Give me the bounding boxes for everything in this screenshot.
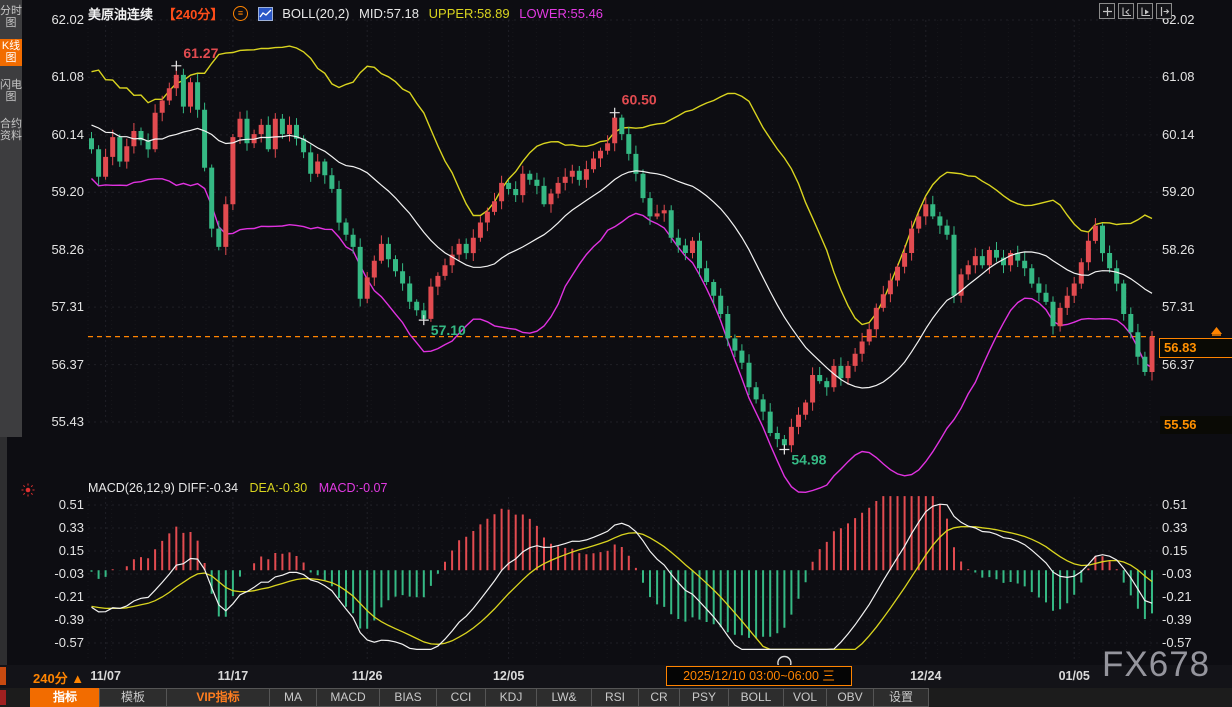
edge-marker-top [0, 667, 6, 685]
toolbar-button-BIAS[interactable]: BIAS [379, 688, 436, 707]
toolbar-button-模板[interactable]: 模板 [99, 688, 166, 707]
date-axis-row: 240分 ▲ 11/0711/1711/2612/0512/2401/05 20… [0, 665, 1232, 688]
svg-text:61.27: 61.27 [183, 45, 218, 61]
boll-mid-value: MID:57.18 [359, 6, 419, 21]
date-tick: 11/07 [71, 669, 141, 683]
toolbar-button-KDJ[interactable]: KDJ [485, 688, 536, 707]
edge-marker-bottom [0, 690, 6, 705]
chart-header: 美原油连续 【240分】 ≡ BOLL(20,2) MID:57.18 UPPE… [88, 4, 609, 20]
indicator-toolbar: 指标模板VIP指标MAMACDBIASCCIKDJLW&RSICRPSYBOLL… [30, 688, 929, 707]
toolbar-button-MACD[interactable]: MACD [316, 688, 379, 707]
lower-band-badge: 55.56 [1160, 416, 1232, 434]
date-tick: 11/26 [332, 669, 402, 683]
sidebar-item-2[interactable]: 闪电图 [0, 78, 22, 105]
toolbar-button-OBV[interactable]: OBV [826, 688, 873, 707]
macd-tick-right: -0.39 [1162, 612, 1226, 627]
macd-tick-right: -0.03 [1162, 566, 1226, 581]
boll-upper-value: UPPER:58.89 [429, 6, 510, 21]
period-label[interactable]: 【240分】 [163, 7, 224, 22]
zoom-x-in-icon[interactable] [1137, 3, 1153, 19]
macd-tick-left: 0.33 [28, 520, 84, 535]
toolbar-button-CR[interactable]: CR [638, 688, 679, 707]
price-tick-right: 60.14 [1162, 127, 1226, 142]
toolbar-button-LW&[interactable]: LW& [536, 688, 591, 707]
zoom-x-out-icon[interactable] [1118, 3, 1134, 19]
date-tick: 11/17 [198, 669, 268, 683]
price-tick-right: 57.31 [1162, 299, 1226, 314]
svg-text:54.98: 54.98 [791, 452, 826, 468]
macd-tick-right: -0.21 [1162, 589, 1226, 604]
price-tick-left: 61.08 [28, 69, 84, 84]
price-tick-left: 58.26 [28, 242, 84, 257]
charting-app: 61.27 60.50 57.10 54.98 分时图 K线图闪电图合约资料 美原油连续… [0, 0, 1232, 707]
svg-text:60.50: 60.50 [622, 92, 657, 108]
price-tick-left: 60.14 [28, 127, 84, 142]
macd-dea-value: DEA:-0.30 [250, 481, 308, 495]
macd-tick-right: 0.51 [1162, 497, 1226, 512]
chart-tool-icons [1099, 3, 1172, 19]
date-tick: 12/24 [891, 669, 961, 683]
price-tick-left: 55.43 [28, 414, 84, 429]
sidebar-item-0[interactable]: 分时图 [0, 4, 22, 31]
macd-tick-left: -0.03 [28, 566, 84, 581]
page-forward-icon[interactable] [1156, 3, 1172, 19]
toolbar-button-PSY[interactable]: PSY [679, 688, 728, 707]
toolbar-button-MA[interactable]: MA [269, 688, 316, 707]
macd-tick-right: 0.15 [1162, 543, 1226, 558]
crosshair-date-box: 2025/12/10 03:00~06:00 三 [666, 666, 852, 686]
sidebar-item-1[interactable]: K线图 [0, 39, 22, 66]
toolbar-button-CCI[interactable]: CCI [436, 688, 485, 707]
macd-tick-left: -0.57 [28, 635, 84, 650]
circle-menu-icon[interactable]: ≡ [233, 6, 248, 21]
sidebar-strip [0, 437, 7, 665]
date-tick: 01/05 [1039, 669, 1109, 683]
mini-chart-icon [258, 7, 273, 21]
last-price-badge: 56.83 [1159, 338, 1232, 358]
pan-icon[interactable] [1099, 3, 1115, 19]
price-tick-right: 58.26 [1162, 242, 1226, 257]
macd-tick-left: 0.51 [28, 497, 84, 512]
price-tick-left: 56.37 [28, 357, 84, 372]
boll-params-label: BOLL(20,2) [282, 6, 349, 21]
toolbar-button-BOLL[interactable]: BOLL [728, 688, 783, 707]
toolbar-button-RSI[interactable]: RSI [591, 688, 638, 707]
sidebar: 分时图 K线图闪电图合约资料 [0, 0, 22, 437]
price-chart-canvas[interactable]: 61.27 60.50 57.10 54.98 [0, 0, 1232, 707]
macd-tick-left: -0.21 [28, 589, 84, 604]
macd-tick-right: 0.33 [1162, 520, 1226, 535]
price-tick-left: 62.02 [28, 12, 84, 27]
price-tick-left: 59.20 [28, 184, 84, 199]
watermark: FX678 [1102, 645, 1210, 685]
toolbar-button-设置[interactable]: 设置 [873, 688, 929, 707]
svg-text:57.10: 57.10 [431, 322, 466, 338]
toolbar-button-VOL[interactable]: VOL [783, 688, 826, 707]
price-tick-right: 56.37 [1162, 357, 1226, 372]
macd-header: MACD(26,12,9) DIFF:-0.34 DEA:-0.30 MACD:… [88, 481, 395, 495]
macd-diff-value: MACD(26,12,9) DIFF:-0.34 [88, 481, 238, 495]
price-tick-right: 61.08 [1162, 69, 1226, 84]
macd-tick-left: -0.39 [28, 612, 84, 627]
macd-macd-value: MACD:-0.07 [319, 481, 388, 495]
macd-tick-left: 0.15 [28, 543, 84, 558]
instrument-title: 美原油连续 [88, 7, 153, 22]
date-tick: 12/05 [474, 669, 544, 683]
sidebar-item-3[interactable]: 合约资料 [0, 117, 22, 144]
boll-lower-value: LOWER:55.46 [519, 6, 603, 21]
price-tick-left: 57.31 [28, 299, 84, 314]
price-tick-right: 59.20 [1162, 184, 1226, 199]
toolbar-button-指标[interactable]: 指标 [30, 688, 99, 707]
toolbar-button-VIP指标[interactable]: VIP指标 [166, 688, 269, 707]
